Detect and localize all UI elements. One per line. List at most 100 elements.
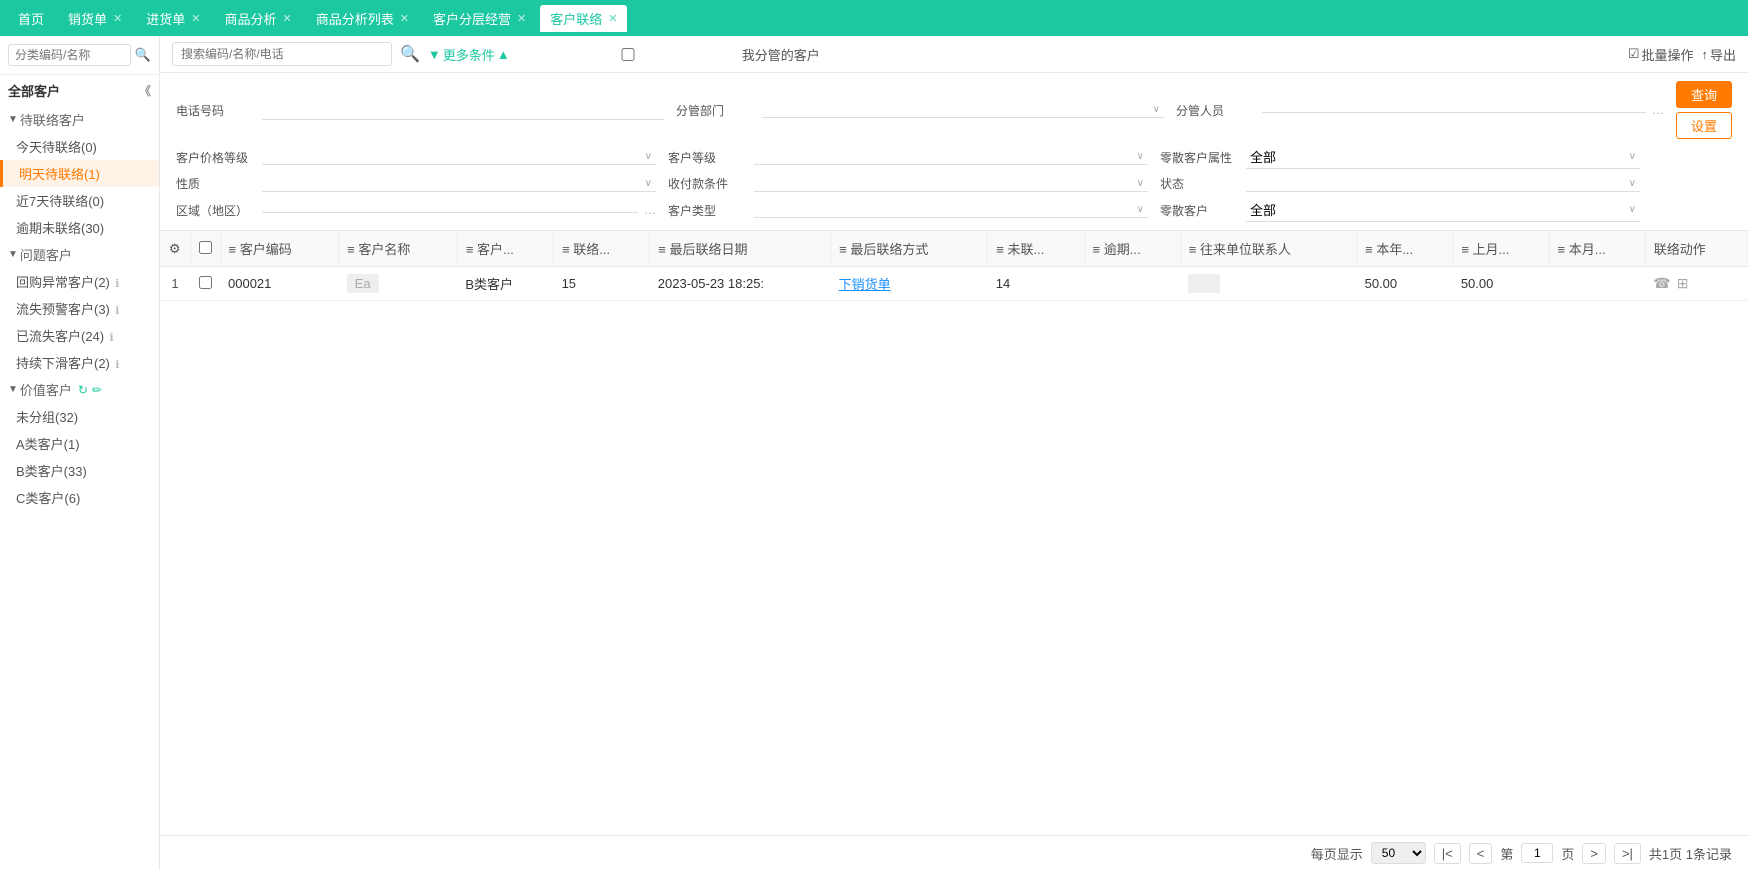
group-pending-contact[interactable]: ▼ 待联络客户 <box>0 106 159 133</box>
close-analysis-icon[interactable]: ✕ <box>283 12 292 25</box>
region-select[interactable] <box>262 208 638 213</box>
close-sales-icon[interactable]: ✕ <box>113 12 122 25</box>
nav-purchase[interactable]: 进货单 ✕ <box>136 5 210 32</box>
last-method-link[interactable]: 下销货单 <box>839 277 891 292</box>
sidebar-item-ungrouped[interactable]: 未分组(32) <box>0 403 159 430</box>
row-checkbox[interactable] <box>199 276 212 289</box>
retail-attr-select[interactable]: 全部 ∨ <box>1246 145 1640 169</box>
export-button[interactable]: ↑ 导出 <box>1701 45 1736 64</box>
row-this-month <box>1549 267 1645 301</box>
more-filter-button[interactable]: ▼ 更多条件 ▲ <box>428 45 510 64</box>
sidebar-item-overdue-contact[interactable]: 逾期未联络(30) <box>0 214 159 241</box>
payment-arrow: ∨ <box>1137 178 1144 189</box>
close-customer-tier-icon[interactable]: ✕ <box>517 12 526 25</box>
nature-arrow: ∨ <box>645 178 652 189</box>
filter-bar-right: ☑ 批量操作 ↑ 导出 <box>1628 45 1736 64</box>
phone-input[interactable] <box>262 101 664 120</box>
table-body: 1 000021 Ea B类客户 15 2023-05-23 18:25: 下销… <box>160 267 1748 301</box>
filter-retail-attr: 零散客户属性 全部 ∨ <box>1160 145 1640 169</box>
my-customers-checkbox[interactable]: 我分管的客户 <box>518 45 820 64</box>
retail-customer-select[interactable]: 全部 ∨ <box>1246 198 1640 222</box>
close-customer-contact-icon[interactable]: ✕ <box>608 12 617 25</box>
per-page-select[interactable]: 50 100 200 <box>1371 842 1426 864</box>
sidebar-item-class-b[interactable]: B类客户(33) <box>0 457 159 484</box>
group-problem-customers[interactable]: ▼ 问题客户 <box>0 241 159 268</box>
my-customers-check[interactable] <box>518 48 738 61</box>
sidebar-search-icon[interactable]: 🔍 <box>135 47 151 63</box>
filter-price-level: 客户价格等级 ∨ <box>176 149 656 166</box>
bulk-op-button[interactable]: ☑ 批量操作 <box>1628 45 1694 64</box>
nav-customer-tier[interactable]: 客户分层经营 ✕ <box>423 5 536 32</box>
nature-select[interactable]: ∨ <box>262 176 656 192</box>
row-name: Ea <box>339 267 458 301</box>
reset-button[interactable]: 设置 <box>1676 112 1732 139</box>
filter-dept: 分管部门 ∨ <box>676 102 1164 119</box>
col-contact-person: ≡ 往来单位联系人 <box>1180 231 1356 267</box>
sidebar-item-repurchase-abnormal[interactable]: 回购异常客户(2) ℹ <box>0 268 159 295</box>
filter-status: 状态 ∨ <box>1160 175 1640 192</box>
all-customers-header[interactable]: 全部客户 《 <box>0 75 159 106</box>
col-this-year: ≡ 本年... <box>1357 231 1453 267</box>
nav-sales[interactable]: 销货单 ✕ <box>58 5 132 32</box>
first-page-button[interactable]: |< <box>1434 843 1461 864</box>
sidebar-item-class-a[interactable]: A类客户(1) <box>0 430 159 457</box>
last-page-button[interactable]: >| <box>1614 843 1641 864</box>
col-contact-count: ≡ 联络... <box>554 231 650 267</box>
sidebar-search-input[interactable] <box>8 44 131 66</box>
nav-home[interactable]: 首页 <box>8 5 54 32</box>
filter-manager: 分管人员 … <box>1176 102 1664 119</box>
row-contact-count: 15 <box>554 267 650 301</box>
row-checkbox-cell <box>190 267 220 301</box>
query-button[interactable]: 查询 <box>1676 81 1732 108</box>
col-last-month: ≡ 上月... <box>1453 231 1549 267</box>
customer-level-select[interactable]: ∨ <box>754 149 1148 165</box>
col-last-method: ≡ 最后联络方式 <box>831 231 988 267</box>
filter-customer-type: 客户类型 ∨ <box>668 202 1148 219</box>
page-input[interactable] <box>1521 843 1553 863</box>
customer-type-select[interactable]: ∨ <box>754 202 1148 218</box>
nav-analysis-list[interactable]: 商品分析列表 ✕ <box>306 5 419 32</box>
action-qr-icon[interactable]: ⊞ <box>1677 275 1689 292</box>
close-purchase-icon[interactable]: ✕ <box>191 12 200 25</box>
sidebar-item-class-c[interactable]: C类客户(6) <box>0 484 159 511</box>
action-phone-icon[interactable]: ☎ <box>1653 275 1670 292</box>
filter-customer-level: 客户等级 ∨ <box>668 149 1148 166</box>
settings-icon[interactable]: ⚙ <box>169 241 181 256</box>
col-checkbox <box>190 231 220 267</box>
next-page-button[interactable]: > <box>1582 843 1606 864</box>
sidebar-item-week-contact[interactable]: 近7天待联络(0) <box>0 187 159 214</box>
sidebar-item-declining[interactable]: 持续下滑客户(2) ℹ <box>0 349 159 376</box>
sidebar: 🔍 全部客户 《 ▼ 待联络客户 今天待联络(0) 明天待联络(1) 近7天待联… <box>0 36 160 870</box>
manager-select[interactable] <box>1262 108 1646 113</box>
row-last-month: 50.00 <box>1453 267 1549 301</box>
nav-customer-contact[interactable]: 客户联络 ✕ <box>540 5 627 32</box>
main-search-input[interactable] <box>172 42 392 66</box>
sidebar-item-churn-warning[interactable]: 流失预警客户(3) ℹ <box>0 295 159 322</box>
sidebar-item-tomorrow-contact[interactable]: 明天待联络(1) <box>0 160 159 187</box>
adv-filter-row-2: 客户价格等级 ∨ 客户等级 ∨ 零散客户属性 全部 <box>176 145 1732 169</box>
price-level-select[interactable]: ∨ <box>262 149 656 165</box>
row-type: B类客户 <box>457 267 553 301</box>
main-search-button[interactable]: 🔍 <box>400 44 420 64</box>
nav-analysis[interactable]: 商品分析 ✕ <box>214 5 301 32</box>
dept-select[interactable]: ∨ <box>762 102 1164 118</box>
retail-attr-arrow: ∨ <box>1629 151 1636 162</box>
filter-payment: 收付款条件 ∨ <box>668 175 1148 192</box>
filter-retail-customer: 零散客户 全部 ∨ <box>1160 198 1640 222</box>
sidebar-item-today-contact[interactable]: 今天待联络(0) <box>0 133 159 160</box>
close-analysis-list-icon[interactable]: ✕ <box>400 12 409 25</box>
group-value-customers[interactable]: ▼ 价值客户 ↻ ✏ <box>0 376 159 403</box>
sidebar-search-bar: 🔍 <box>0 36 159 75</box>
collapse-icon: 《 <box>139 82 151 99</box>
row-last-method: 下销货单 <box>831 267 988 301</box>
manager-more-btn[interactable]: … <box>1652 103 1664 117</box>
payment-select[interactable]: ∨ <box>754 176 1148 192</box>
prev-page-button[interactable]: < <box>1469 843 1493 864</box>
region-more-btn[interactable]: … <box>644 203 656 217</box>
status-select[interactable]: ∨ <box>1246 176 1640 192</box>
sidebar-item-churned[interactable]: 已流失客户(24) ℹ <box>0 322 159 349</box>
select-all-checkbox[interactable] <box>199 241 212 254</box>
filter-region: 区域（地区） … <box>176 202 656 219</box>
filter-action-buttons: 查询 设置 <box>1676 81 1732 139</box>
col-overdue: ≡ 逾期... <box>1084 231 1180 267</box>
